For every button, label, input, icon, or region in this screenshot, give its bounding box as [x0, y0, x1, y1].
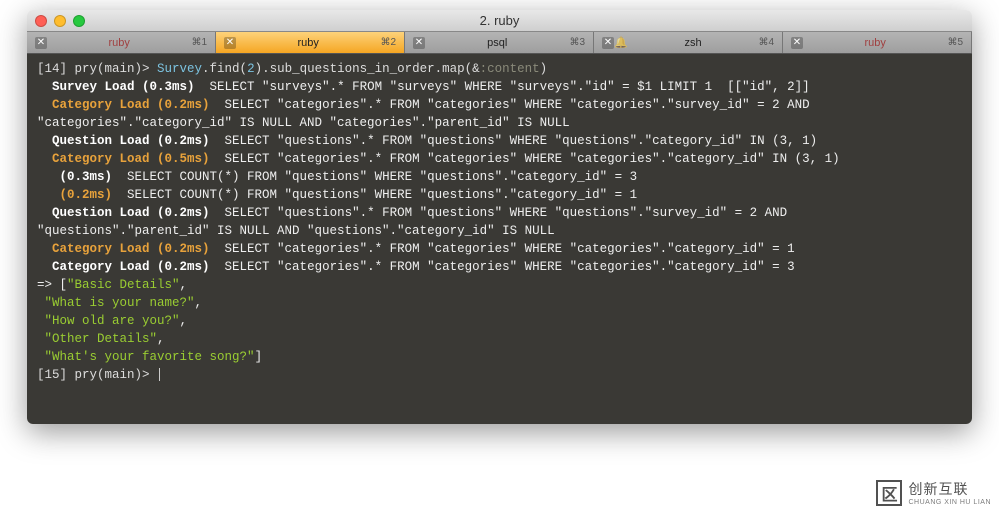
watermark-text: 创新互联 CHUANG XIN HU LIAN [908, 479, 991, 506]
tab-label: ruby [803, 37, 947, 49]
result-item: "How old are you?" [45, 314, 180, 328]
prompt-counter: [14] [37, 62, 75, 76]
log-head: (0.2ms) [37, 188, 112, 202]
prompt-line: [15] pry(main)> [37, 366, 962, 384]
result-suffix: ] [255, 350, 263, 364]
log-line: (0.3ms) SELECT COUNT(*) FROM "questions"… [37, 168, 962, 186]
tab-label: ruby [47, 37, 191, 49]
log-head: Question Load (0.2ms) [37, 134, 210, 148]
result-item: "Basic Details" [67, 278, 180, 292]
sep: , [157, 332, 165, 346]
sep: , [180, 314, 188, 328]
close-tab-icon[interactable]: ✕ [413, 37, 425, 49]
close-tab-icon[interactable]: ✕ [224, 37, 236, 49]
result-line: "How old are you?", [37, 312, 962, 330]
result-line: "What's your favorite song?"] [37, 348, 962, 366]
log-line: Category Load (0.2ms) SELECT "categories… [37, 258, 962, 276]
tab-4[interactable]: ✕ 🔔 zsh ⌘4 [594, 32, 783, 53]
result-item: "Other Details" [45, 332, 158, 346]
prompt-line: [14] pry(main)> Survey.find(2).sub_quest… [37, 60, 962, 78]
code-symbol: :content [480, 62, 540, 76]
code: ) [540, 62, 548, 76]
window-title: 2. ruby [27, 13, 972, 28]
log-sql: SELECT "surveys".* FROM "surveys" WHERE … [195, 80, 810, 94]
prompt-context: pry(main)> [75, 62, 158, 76]
log-line: (0.2ms) SELECT COUNT(*) FROM "questions"… [37, 186, 962, 204]
close-tab-icon[interactable]: ✕ [791, 37, 803, 49]
bell-icon: 🔔 [614, 36, 628, 49]
sep: , [180, 278, 188, 292]
log-head: Category Load (0.5ms) [37, 152, 210, 166]
tab-label: ruby [236, 37, 380, 49]
prompt-counter: [15] [37, 368, 75, 382]
result-line: "Other Details", [37, 330, 962, 348]
log-head: Category Load (0.2ms) [37, 242, 210, 256]
tab-shortcut: ⌘4 [758, 37, 774, 48]
code-int: 2 [247, 62, 255, 76]
tab-shortcut: ⌘2 [380, 37, 396, 48]
sep: , [195, 296, 203, 310]
tab-3[interactable]: ✕ psql ⌘3 [405, 32, 594, 53]
log-head: (0.3ms) [37, 170, 112, 184]
log-line: Question Load (0.2ms) SELECT "questions"… [37, 132, 962, 150]
tab-2[interactable]: ✕ ruby ⌘2 [216, 32, 405, 53]
result-line: "What is your name?", [37, 294, 962, 312]
close-tab-icon[interactable]: ✕ [602, 37, 614, 49]
close-tab-icon[interactable]: ✕ [35, 37, 47, 49]
log-line: Question Load (0.2ms) SELECT "questions"… [37, 204, 962, 240]
log-sql: SELECT "questions".* FROM "questions" WH… [210, 134, 818, 148]
log-sql: SELECT COUNT(*) FROM "questions" WHERE "… [112, 188, 637, 202]
watermark-en: CHUANG XIN HU LIAN [908, 499, 991, 506]
log-head: Category Load (0.2ms) [37, 260, 210, 274]
tab-label: psql [425, 37, 569, 49]
terminal-output[interactable]: [14] pry(main)> Survey.find(2).sub_quest… [27, 54, 972, 424]
watermark-cn: 创新互联 [908, 481, 968, 497]
log-line: Category Load (0.5ms) SELECT "categories… [37, 150, 962, 168]
log-line: Category Load (0.2ms) SELECT "categories… [37, 240, 962, 258]
log-line: Survey Load (0.3ms) SELECT "surveys".* F… [37, 78, 962, 96]
tab-shortcut: ⌘1 [191, 37, 207, 48]
log-line: Category Load (0.2ms) SELECT "categories… [37, 96, 962, 132]
cursor-icon [159, 368, 160, 381]
watermark-logo-icon: 区 [876, 480, 902, 506]
tab-1[interactable]: ✕ ruby ⌘1 [27, 32, 216, 53]
log-head: Category Load (0.2ms) [37, 98, 210, 112]
terminal-window: 2. ruby ✕ ruby ⌘1 ✕ ruby ⌘2 ✕ psql ⌘3 ✕ … [27, 10, 972, 424]
result-prefix: => [ [37, 278, 67, 292]
watermark: 区 创新互联 CHUANG XIN HU LIAN [876, 479, 991, 506]
result-item: "What is your name?" [45, 296, 195, 310]
tab-shortcut: ⌘3 [569, 37, 585, 48]
result-line: => ["Basic Details", [37, 276, 962, 294]
tab-bar: ✕ ruby ⌘1 ✕ ruby ⌘2 ✕ psql ⌘3 ✕ 🔔 zsh ⌘4… [27, 32, 972, 54]
log-sql: SELECT "categories".* FROM "categories" … [210, 242, 795, 256]
log-sql: SELECT "categories".* FROM "categories" … [210, 260, 795, 274]
result-item: "What's your favorite song?" [45, 350, 255, 364]
code: .find( [202, 62, 247, 76]
prompt-context: pry(main)> [75, 368, 158, 382]
log-head: Question Load (0.2ms) [37, 206, 210, 220]
titlebar[interactable]: 2. ruby [27, 10, 972, 32]
code-class: Survey [157, 62, 202, 76]
tab-shortcut: ⌘5 [947, 37, 963, 48]
log-sql: SELECT "categories".* FROM "categories" … [210, 152, 840, 166]
log-sql: SELECT COUNT(*) FROM "questions" WHERE "… [112, 170, 637, 184]
code: ).sub_questions_in_order.map(& [255, 62, 480, 76]
tab-5[interactable]: ✕ ruby ⌘5 [783, 32, 972, 53]
tab-label: zsh [628, 37, 759, 49]
log-head: Survey Load (0.3ms) [37, 80, 195, 94]
